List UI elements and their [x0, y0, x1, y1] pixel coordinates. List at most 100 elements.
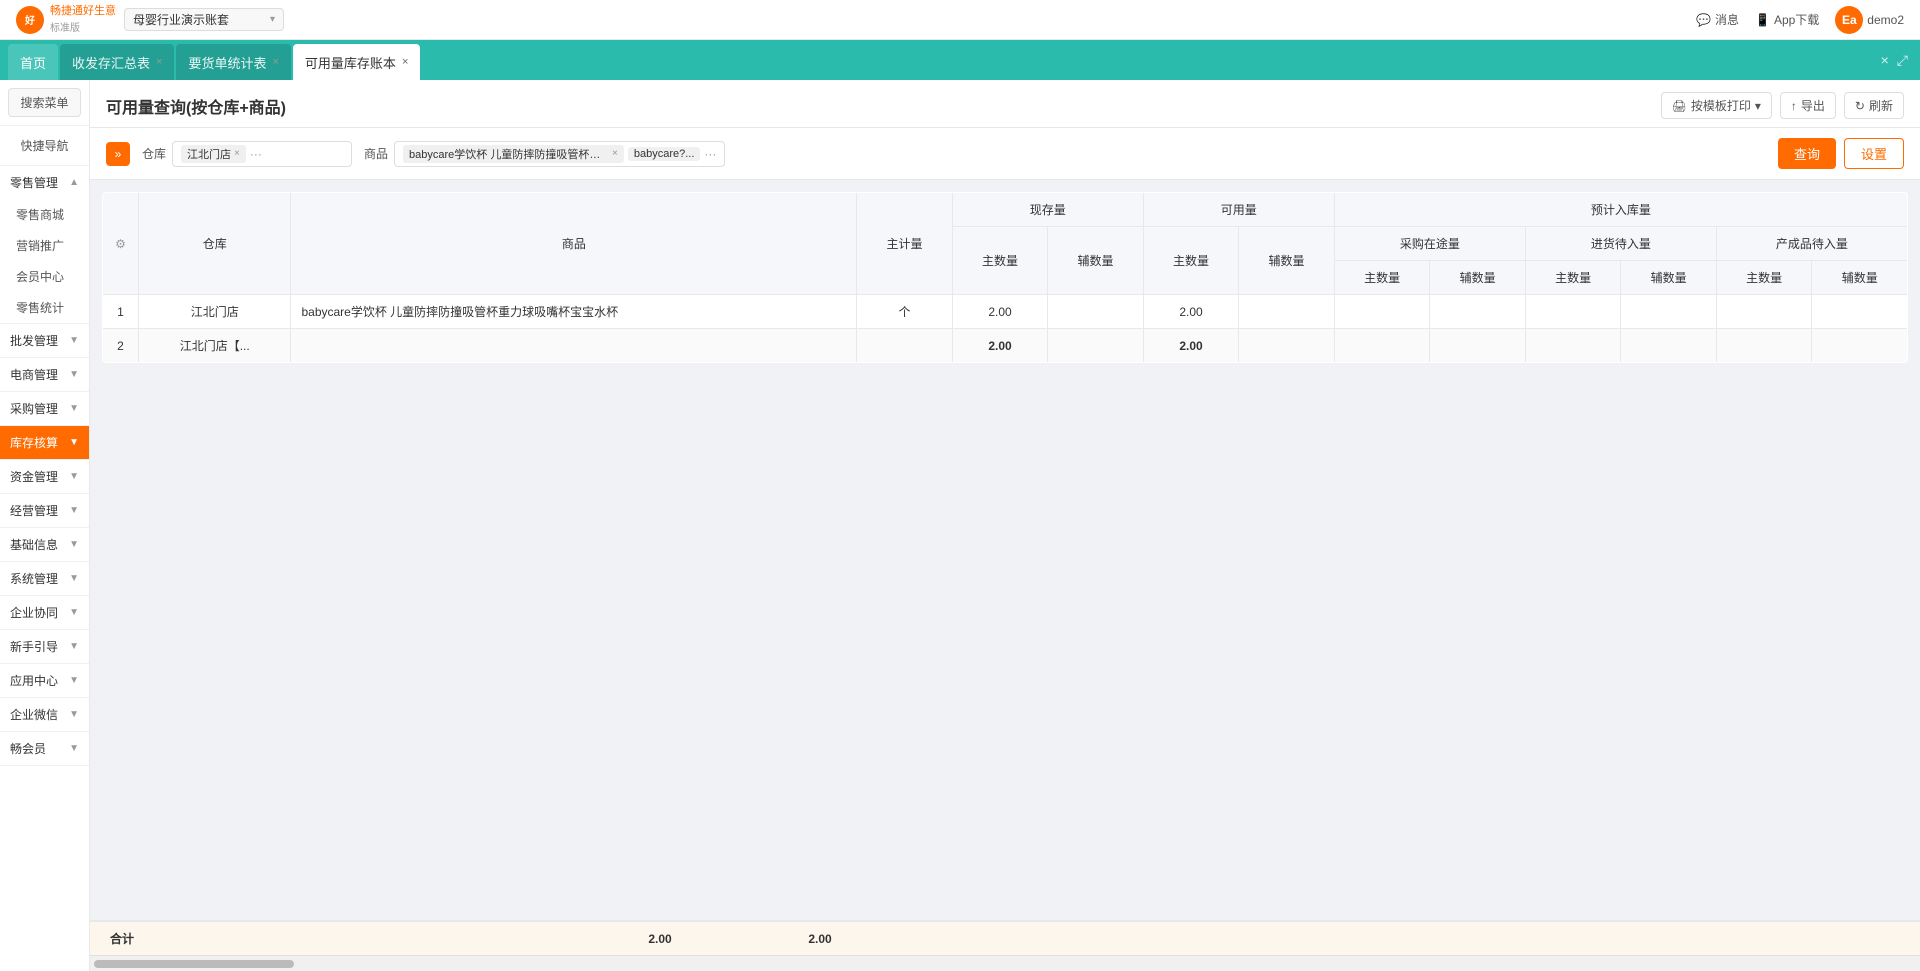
- sidebar-section-ops-header[interactable]: 经营管理 ▼: [0, 494, 89, 527]
- sidebar-section-ecom-header[interactable]: 电商管理 ▼: [0, 358, 89, 391]
- settings-icon[interactable]: ⚙: [115, 237, 126, 251]
- product-filter-group: 商品 babycare学饮杯 儿童防摔防撞吸管杯重力球吸嘴杯宝宝水杯 × bab…: [364, 141, 725, 167]
- data-table: ⚙ 仓库 商品 主计量 现存量 可用量 预计入库量 主数量 辅数量 主数量 辅数…: [102, 192, 1908, 363]
- sidebar-item-member-center[interactable]: 会员中心: [0, 261, 89, 292]
- filter-expand-btn[interactable]: »: [106, 142, 130, 166]
- sidebar-section-purchase: 采购管理 ▼: [0, 392, 89, 426]
- logo-icon: 好: [16, 6, 44, 34]
- content-area: 可用量查询(按仓库+商品) 🖨 按模板打印 ▾ ↑ 导出 ↻ 刷新 »: [90, 80, 1920, 971]
- row-current-main-2: 2.00: [952, 329, 1048, 363]
- product-filter-input[interactable]: babycare学饮杯 儿童防摔防撞吸管杯重力球吸嘴杯宝宝水杯 × babyca…: [394, 141, 725, 167]
- sidebar-item-marketing[interactable]: 营销推广: [0, 230, 89, 261]
- sidebar-section-basic-label: 基础信息: [10, 536, 58, 553]
- sidebar-section-finance-label: 资金管理: [10, 468, 58, 485]
- row-num-2: 2: [103, 329, 139, 363]
- print-btn[interactable]: 🖨 按模板打印 ▾: [1661, 92, 1772, 119]
- top-bar-right: 💬 消息 📱 App下载 Ea demo2: [1696, 6, 1904, 34]
- tab-home[interactable]: 首页: [8, 44, 58, 80]
- nav-tabs: 首页 收发存汇总表 × 要货单统计表 × 可用量库存账本 × × ⤢: [0, 40, 1920, 80]
- th-incoming-aux: 辅数量: [1621, 261, 1717, 295]
- product-tag-1-value: babycare学饮杯 儿童防摔防撞吸管杯重力球吸嘴杯宝宝水杯: [409, 146, 609, 162]
- sidebar-item-retail-mall[interactable]: 零售商城: [0, 199, 89, 230]
- chevron-down-icon-member: ▼: [69, 743, 79, 754]
- sidebar-section-retail-header[interactable]: 零售管理 ▲: [0, 166, 89, 199]
- message-btn[interactable]: 💬 消息: [1696, 11, 1739, 28]
- row-current-main-1: 2.00: [952, 295, 1048, 329]
- main-layout: 搜索菜单 快捷导航 零售管理 ▲ 零售商城 营销推广 会员中心 零售统计 批发管…: [0, 80, 1920, 971]
- chevron-up-icon: ▲: [69, 177, 79, 188]
- chevron-down-icon-appstore: ▼: [69, 675, 79, 686]
- settings-btn[interactable]: 设置: [1844, 138, 1904, 169]
- refresh-btn[interactable]: ↻ 刷新: [1844, 92, 1904, 119]
- row-product-1: babycare学饮杯 儿童防摔防撞吸管杯重力球吸嘴杯宝宝水杯: [291, 295, 857, 329]
- scroll-thumb[interactable]: [94, 960, 294, 968]
- scroll-area[interactable]: [90, 955, 1920, 971]
- table-row: 2 江北门店【... 2.00 2.00: [103, 329, 1908, 363]
- sidebar-section-appstore-header[interactable]: 应用中心 ▼: [0, 664, 89, 697]
- product-tag-2-value: babycare?...: [634, 148, 695, 160]
- product-more-icon[interactable]: ···: [704, 147, 716, 161]
- sidebar-section-collab-header[interactable]: 企业协同 ▼: [0, 596, 89, 629]
- warehouse-tag-value: 江北门店: [187, 146, 231, 162]
- account-selector[interactable]: 母婴行业演示账套 ▾: [124, 8, 284, 31]
- user-area[interactable]: Ea demo2: [1835, 6, 1904, 34]
- chevron-down-icon-basic: ▼: [69, 539, 79, 550]
- sidebar-section-member-header[interactable]: 畅会员 ▼: [0, 732, 89, 765]
- sidebar-section-newguide-header[interactable]: 新手引导 ▼: [0, 630, 89, 663]
- chevron-down-icon-finance: ▼: [69, 471, 79, 482]
- close-order-stats-tab[interactable]: ×: [272, 56, 278, 68]
- export-btn[interactable]: ↑ 导出: [1780, 92, 1836, 119]
- tab-order-stats[interactable]: 要货单统计表 ×: [176, 44, 290, 80]
- sidebar-section-system-header[interactable]: 系统管理 ▼: [0, 562, 89, 595]
- close-all-tabs-btn[interactable]: ×: [1881, 52, 1889, 68]
- sidebar-section-basic-header[interactable]: 基础信息 ▼: [0, 528, 89, 561]
- tab-available-stock[interactable]: 可用量库存账本 ×: [293, 44, 420, 80]
- chevron-down-icon-wholesale: ▼: [69, 335, 79, 346]
- sidebar-section-newguide-label: 新手引导: [10, 638, 58, 655]
- table-footer: 合计 2.00 2.00: [90, 920, 1920, 955]
- th-current-stock: 现存量: [952, 193, 1143, 227]
- product-filter-label: 商品: [364, 145, 388, 162]
- row-unit-1: 个: [857, 295, 953, 329]
- nav-controls: × ⤢: [1877, 40, 1912, 80]
- row-purchase-aux-1: [1430, 295, 1526, 329]
- sidebar-section-ecom: 电商管理 ▼: [0, 358, 89, 392]
- sidebar-section-appstore: 应用中心 ▼: [0, 664, 89, 698]
- warehouse-tag-close-btn[interactable]: ×: [234, 148, 240, 159]
- th-current-main: 主数量: [952, 227, 1048, 295]
- sidebar-section-wholesale: 批发管理 ▼: [0, 324, 89, 358]
- expand-nav-btn[interactable]: ⤢: [1897, 52, 1908, 69]
- sidebar-section-finance-header[interactable]: 资金管理 ▼: [0, 460, 89, 493]
- warehouse-more-icon[interactable]: ···: [250, 147, 262, 161]
- row-current-aux-1: [1048, 295, 1144, 329]
- close-summary-tab[interactable]: ×: [156, 56, 162, 68]
- sidebar-section-newguide: 新手引导 ▼: [0, 630, 89, 664]
- row-current-aux-2: [1048, 329, 1144, 363]
- sidebar-item-retail-stats[interactable]: 零售统计: [0, 292, 89, 323]
- th-production-aux: 辅数量: [1812, 261, 1908, 295]
- close-available-stock-tab[interactable]: ×: [402, 56, 408, 68]
- sidebar-section-wholesale-header[interactable]: 批发管理 ▼: [0, 324, 89, 357]
- sidebar-section-inventory-header[interactable]: 库存核算 ▼: [0, 426, 89, 459]
- row-purchase-main-1: [1334, 295, 1430, 329]
- chevron-down-icon-inventory: ▼: [69, 437, 79, 448]
- chevron-down-icon-system: ▼: [69, 573, 79, 584]
- th-purchase-aux: 辅数量: [1430, 261, 1526, 295]
- sidebar-section-collab: 企业协同 ▼: [0, 596, 89, 630]
- sidebar-item-quick-nav[interactable]: 快捷导航: [0, 130, 89, 161]
- sidebar-section-purchase-header[interactable]: 采购管理 ▼: [0, 392, 89, 425]
- warehouse-filter-input[interactable]: 江北门店 × ···: [172, 141, 352, 167]
- app-download-btn[interactable]: 📱 App下载: [1755, 11, 1819, 28]
- sidebar-section-system: 系统管理 ▼: [0, 562, 89, 596]
- row-product-2: [291, 329, 857, 363]
- sidebar-section-wechat-header[interactable]: 企业微信 ▼: [0, 698, 89, 731]
- search-menu-btn[interactable]: 搜索菜单: [8, 88, 81, 117]
- sidebar-section-appstore-label: 应用中心: [10, 672, 58, 689]
- product-tag-1-close-btn[interactable]: ×: [612, 148, 618, 159]
- top-bar-left: 好 畅捷通好生意 标准版 母婴行业演示账套 ▾: [16, 5, 284, 33]
- sidebar-section-ops: 经营管理 ▼: [0, 494, 89, 528]
- row-production-main-1: [1716, 295, 1812, 329]
- th-production-main: 主数量: [1716, 261, 1812, 295]
- query-btn[interactable]: 查询: [1778, 138, 1836, 169]
- tab-summary[interactable]: 收发存汇总表 ×: [60, 44, 174, 80]
